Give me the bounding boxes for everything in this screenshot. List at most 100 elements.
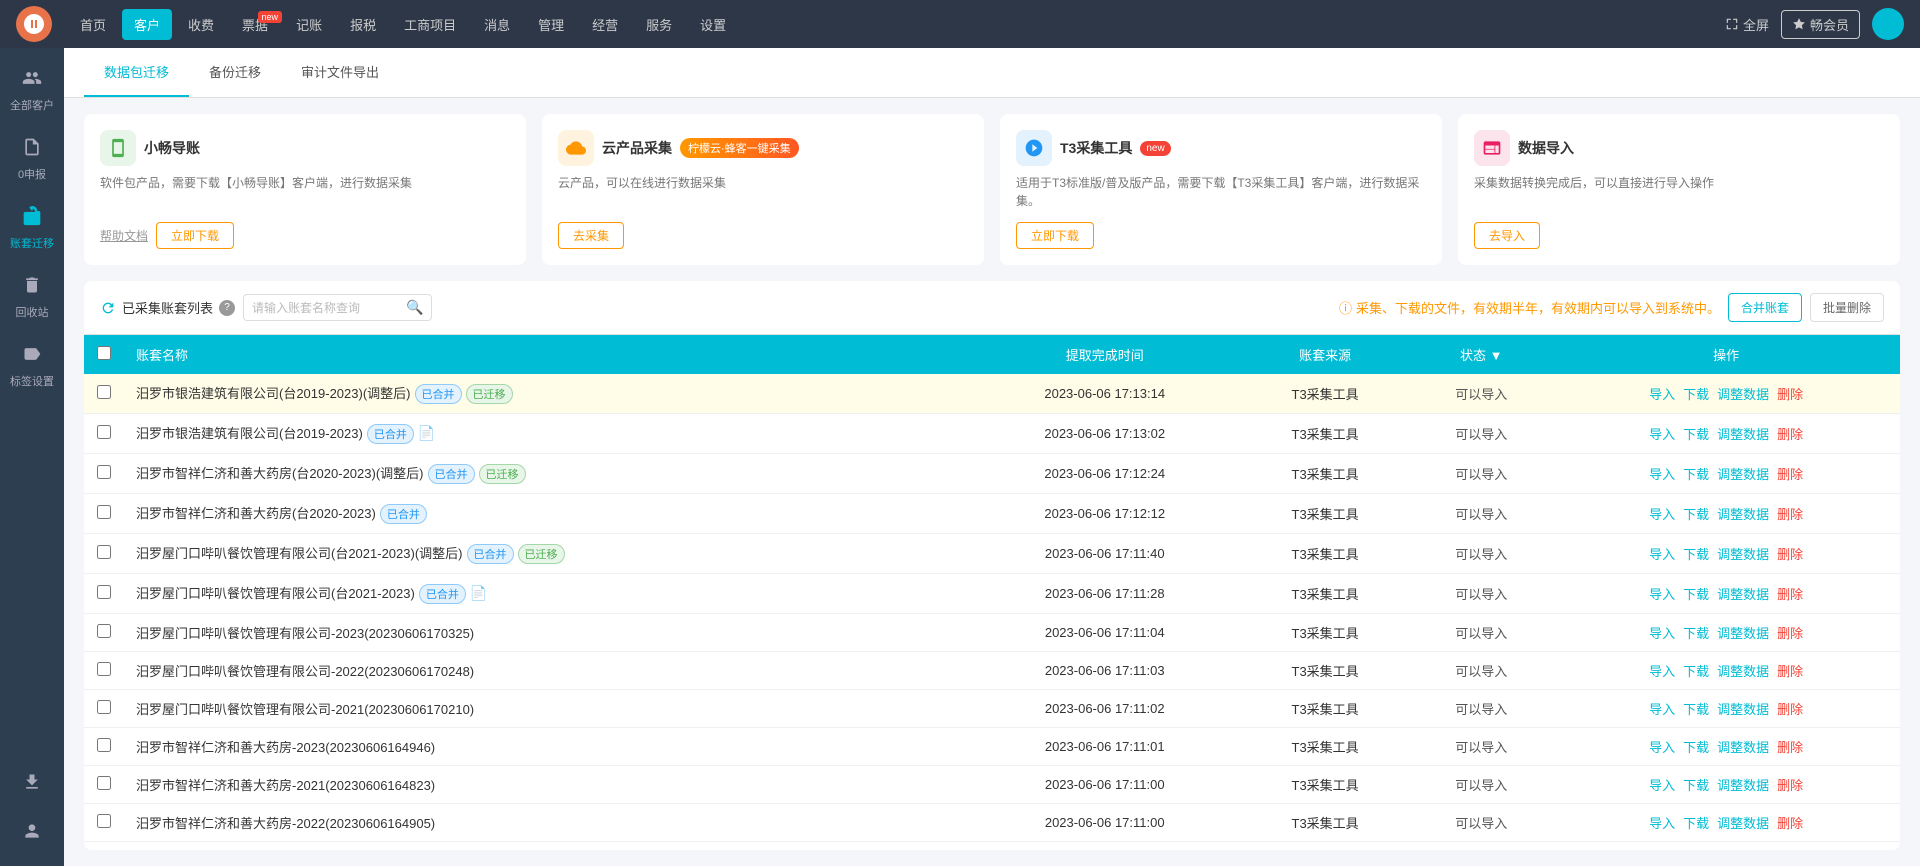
adjust-data-action[interactable]: 调整数据	[1713, 664, 1773, 679]
adjust-data-action[interactable]: 调整数据	[1713, 387, 1773, 402]
import-action[interactable]: 导入	[1645, 664, 1679, 679]
app-logo	[16, 6, 52, 42]
import-action[interactable]: 导入	[1645, 507, 1679, 522]
delete-action[interactable]: 删除	[1773, 626, 1807, 641]
delete-action[interactable]: 删除	[1773, 427, 1807, 442]
download-action[interactable]: 下载	[1679, 467, 1713, 482]
download-action[interactable]: 下载	[1679, 778, 1713, 793]
download-action[interactable]: 下载	[1679, 702, 1713, 717]
download-action[interactable]: 下载	[1679, 387, 1713, 402]
sidebar-download-icon[interactable]	[14, 764, 50, 805]
import-action[interactable]: 导入	[1645, 816, 1679, 831]
import-action[interactable]: 导入	[1645, 467, 1679, 482]
select-all-checkbox[interactable]	[97, 346, 111, 360]
nav-customer[interactable]: 客户	[122, 9, 172, 40]
adjust-data-action[interactable]: 调整数据	[1713, 507, 1773, 522]
row-checkbox[interactable]	[97, 385, 111, 399]
adjust-data-action[interactable]: 调整数据	[1713, 547, 1773, 562]
nav-charge[interactable]: 收费	[176, 9, 226, 40]
import-action[interactable]: 导入	[1645, 740, 1679, 755]
sidebar-item-label-settings[interactable]: 标签设置	[0, 332, 64, 401]
row-checkbox[interactable]	[97, 662, 111, 676]
fullscreen-btn[interactable]: 全屏	[1725, 15, 1769, 34]
nav-service[interactable]: 服务	[634, 9, 684, 40]
adjust-data-action[interactable]: 调整数据	[1713, 816, 1773, 831]
download-action[interactable]: 下载	[1679, 626, 1713, 641]
adjust-data-action[interactable]: 调整数据	[1713, 467, 1773, 482]
row-checkbox[interactable]	[97, 585, 111, 599]
download-action[interactable]: 下载	[1679, 427, 1713, 442]
row-checkbox[interactable]	[97, 738, 111, 752]
merge-accounts-btn[interactable]: 合并账套	[1728, 293, 1802, 322]
adjust-data-action[interactable]: 调整数据	[1713, 740, 1773, 755]
card-t3-download-btn[interactable]: 立即下载	[1016, 222, 1094, 249]
nav-settings[interactable]: 设置	[688, 9, 738, 40]
sidebar-user-icon[interactable]	[14, 813, 50, 854]
delete-action[interactable]: 删除	[1773, 467, 1807, 482]
adjust-data-action[interactable]: 调整数据	[1713, 702, 1773, 717]
download-action[interactable]: 下载	[1679, 587, 1713, 602]
batch-delete-btn[interactable]: 批量删除	[1810, 293, 1884, 322]
download-action[interactable]: 下载	[1679, 547, 1713, 562]
import-action[interactable]: 导入	[1645, 587, 1679, 602]
table-row: 汨罗市智祥仁济和善大药房-2020(20230606164742)2023-06…	[84, 842, 1900, 851]
help-icon[interactable]: ?	[219, 300, 235, 316]
download-action[interactable]: 下载	[1679, 740, 1713, 755]
delete-action[interactable]: 删除	[1773, 816, 1807, 831]
delete-action[interactable]: 删除	[1773, 587, 1807, 602]
nav-manage[interactable]: 管理	[526, 9, 576, 40]
delete-action[interactable]: 删除	[1773, 740, 1807, 755]
row-checkbox[interactable]	[97, 776, 111, 790]
row-checkbox[interactable]	[97, 545, 111, 559]
sidebar-item-recycle[interactable]: 回收站	[0, 263, 64, 332]
delete-action[interactable]: 删除	[1773, 387, 1807, 402]
delete-action[interactable]: 删除	[1773, 778, 1807, 793]
table-header-status[interactable]: 状态 ▼	[1410, 335, 1552, 374]
download-action[interactable]: 下载	[1679, 507, 1713, 522]
download-action[interactable]: 下载	[1679, 816, 1713, 831]
card-data-import-btn[interactable]: 去导入	[1474, 222, 1540, 249]
card-xiaochangzhang-download-btn[interactable]: 立即下载	[156, 222, 234, 249]
nav-operation[interactable]: 经营	[580, 9, 630, 40]
row-checkbox[interactable]	[97, 814, 111, 828]
row-checkbox[interactable]	[97, 505, 111, 519]
download-action[interactable]: 下载	[1679, 664, 1713, 679]
row-checkbox[interactable]	[97, 700, 111, 714]
card-cloud-collect-btn[interactable]: 去采集	[558, 222, 624, 249]
nav-invoice[interactable]: 票据 new	[230, 9, 280, 40]
adjust-data-action[interactable]: 调整数据	[1713, 427, 1773, 442]
tab-audit-export[interactable]: 审计文件导出	[281, 48, 399, 97]
delete-action[interactable]: 删除	[1773, 507, 1807, 522]
refresh-icon[interactable]	[100, 300, 116, 316]
import-action[interactable]: 导入	[1645, 547, 1679, 562]
delete-action[interactable]: 删除	[1773, 547, 1807, 562]
nav-accounting[interactable]: 记账	[284, 9, 334, 40]
row-checkbox[interactable]	[97, 425, 111, 439]
adjust-data-action[interactable]: 调整数据	[1713, 587, 1773, 602]
adjust-data-action[interactable]: 调整数据	[1713, 778, 1773, 793]
nav-business[interactable]: 工商项目	[392, 9, 468, 40]
sidebar-item-account-migration[interactable]: 账套迁移	[0, 194, 64, 263]
import-action[interactable]: 导入	[1645, 626, 1679, 641]
card-xiaochangzhang-help-link[interactable]: 帮助文档	[100, 227, 148, 244]
user-avatar[interactable]	[1872, 8, 1904, 40]
row-checkbox[interactable]	[97, 624, 111, 638]
sidebar-item-zero-report[interactable]: 0申报	[0, 125, 64, 194]
import-action[interactable]: 导入	[1645, 387, 1679, 402]
tab-backup-migration[interactable]: 备份迁移	[189, 48, 281, 97]
delete-action[interactable]: 删除	[1773, 702, 1807, 717]
import-action[interactable]: 导入	[1645, 778, 1679, 793]
row-checkbox[interactable]	[97, 465, 111, 479]
tab-data-migration[interactable]: 数据包迁移	[84, 48, 189, 97]
adjust-data-action[interactable]: 调整数据	[1713, 626, 1773, 641]
nav-message[interactable]: 消息	[472, 9, 522, 40]
import-action[interactable]: 导入	[1645, 702, 1679, 717]
vip-button[interactable]: 畅会员	[1781, 10, 1860, 39]
search-icon[interactable]: 🔍	[406, 299, 423, 316]
search-input[interactable]	[252, 301, 402, 315]
nav-home[interactable]: 首页	[68, 9, 118, 40]
sidebar-item-all-customers[interactable]: 全部客户	[0, 56, 64, 125]
delete-action[interactable]: 删除	[1773, 664, 1807, 679]
import-action[interactable]: 导入	[1645, 427, 1679, 442]
nav-tax[interactable]: 报税	[338, 9, 388, 40]
